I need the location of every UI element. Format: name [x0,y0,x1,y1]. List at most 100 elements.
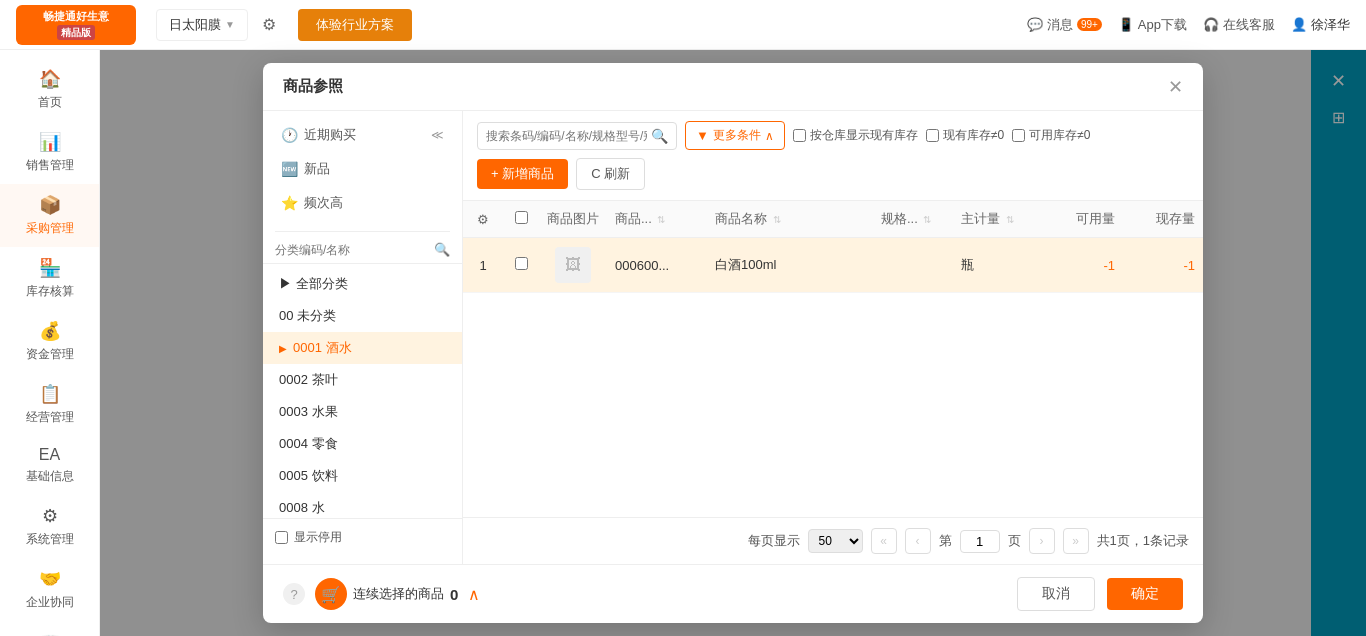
message-item[interactable]: 💬 消息 99+ [1027,16,1102,34]
checkbox-stock-ne0-label: 现有库存≠0 [943,127,1004,144]
app-label: App下载 [1138,16,1187,34]
trial-button[interactable]: 体验行业方案 [298,9,412,41]
th-check [503,201,539,238]
row-num: 1 [463,238,503,293]
store-name: 日太阳膜 [169,16,221,34]
cat-item-all[interactable]: ▶ 全部分类 [263,268,462,300]
modal-footer: ? 🛒 连续选择的商品 0 ∧ 取消 确定 [263,564,1203,623]
store-dropdown[interactable]: 日太阳膜 ▼ [156,9,248,41]
collab-icon: 🤝 [39,568,61,590]
sidebar-label-sales: 销售管理 [26,157,74,174]
sidebar-item-purchase[interactable]: 📦 采购管理 [0,184,99,247]
modal-close-button[interactable]: ✕ [1168,78,1183,96]
cat-label-liquor: 0001 酒水 [293,339,352,357]
cart-count: 0 [450,586,458,603]
new-icon: 🆕 [281,161,298,177]
checkbox-warehouse[interactable]: 按仓库显示现有库存 [793,127,918,144]
sidebar-label-purchase: 采购管理 [26,220,74,237]
select-all-checkbox[interactable] [515,211,528,224]
user-item[interactable]: 👤 徐泽华 [1291,16,1350,34]
table-header-row: ⚙ 商品图片 [463,201,1203,238]
th-code[interactable]: 商品... ⇅ [607,201,707,238]
pagination: 每页显示 50 10 20 100 « ‹ 第 页 [463,517,1203,564]
prev-page-button[interactable]: ‹ [905,528,931,554]
tab-recent[interactable]: 🕐 近期购买 ≪ [271,119,454,151]
cat-item-fruit[interactable]: 0003 水果 [263,396,462,428]
message-icon: 💬 [1027,17,1043,32]
cancel-button[interactable]: 取消 [1017,577,1095,611]
cat-item-snack[interactable]: 0004 零食 [263,428,462,460]
cat-item-drinks[interactable]: 0005 饮料 [263,460,462,492]
code-sort-icon: ⇅ [657,214,665,225]
th-name[interactable]: 商品名称 ⇅ [707,201,873,238]
sidebar-label-system: 系统管理 [26,531,74,548]
footer-collapse-button[interactable]: ∧ [468,585,480,604]
next-page-button[interactable]: › [1029,528,1055,554]
filter-icon: ▼ [696,128,709,143]
product-search-icon[interactable]: 🔍 [651,128,668,144]
sidebar-label-business: 经营管理 [26,409,74,426]
checkbox-avail-ne0-label: 可用库存≠0 [1029,127,1090,144]
avail-ne0-check[interactable] [1012,129,1025,142]
current-page-input[interactable] [960,530,1000,553]
settings-col-icon[interactable]: ⚙ [477,212,489,227]
tab-frequent[interactable]: ⭐ 频次高 [271,187,454,219]
sidebar-item-collab[interactable]: 🤝 企业协同 [0,558,99,621]
checkbox-avail-ne0[interactable]: 可用库存≠0 [1012,127,1090,144]
sidebar-item-finance[interactable]: 💰 资金管理 [0,310,99,373]
more-filter-button[interactable]: ▼ 更多条件 ∧ [685,121,785,150]
sidebar-item-system[interactable]: ⚙ 系统管理 [0,495,99,558]
product-table-wrapper: ⚙ 商品图片 [463,201,1203,517]
cat-item-unclassified[interactable]: 00 未分类 [263,300,462,332]
row-spec [873,238,953,293]
product-search-input[interactable] [486,129,647,143]
confirm-button[interactable]: 确定 [1107,578,1183,610]
checkbox-stock-ne0[interactable]: 现有库存≠0 [926,127,1004,144]
refresh-button[interactable]: C 刷新 [576,158,645,190]
row-checkbox[interactable] [515,257,528,270]
add-product-button[interactable]: + 新增商品 [477,159,568,189]
sidebar-item-sales[interactable]: 📊 销售管理 [0,121,99,184]
warehouse-check[interactable] [793,129,806,142]
show-disabled-label: 显示停用 [294,529,342,546]
cat-item-liquor[interactable]: ▶ 0001 酒水 [263,332,462,364]
show-disabled-checkbox[interactable]: 显示停用 [275,529,450,546]
frequent-icon: ⭐ [281,195,298,211]
th-avail: 可用量 [1033,201,1123,238]
table-row[interactable]: 1 🖼 [463,238,1203,293]
first-page-button[interactable]: « [871,528,897,554]
left-panel: 🕐 近期购买 ≪ 🆕 新品 ⭐ 频次高 [263,111,463,564]
product-search-box: 🔍 [477,122,677,150]
last-page-button[interactable]: » [1063,528,1089,554]
sidebar-item-guide[interactable]: 📖 新手引导 [0,621,99,636]
settings-icon[interactable]: ⚙ [256,9,282,40]
purchase-icon: 📦 [39,194,61,216]
sidebar-item-business[interactable]: 📋 经营管理 [0,373,99,436]
cat-item-water[interactable]: 0008 水 [263,492,462,518]
row-avail: -1 [1033,238,1123,293]
logo-line1: 畅捷通好生意 [43,9,109,23]
page-size-select[interactable]: 50 10 20 100 [808,529,863,553]
filter-collapse-icon: ∧ [765,129,774,143]
th-avail-label: 可用量 [1076,211,1115,226]
cat-label-tea: 0002 茶叶 [279,371,338,389]
cart-badge[interactable]: 🛒 连续选择的商品 0 [315,578,458,610]
sidebar-label-collab: 企业协同 [26,594,74,611]
page-word: 第 [939,532,952,550]
category-search-input[interactable] [275,243,430,257]
sidebar-item-home[interactable]: 🏠 首页 [0,58,99,121]
sidebar-item-inventory[interactable]: 🏪 库存核算 [0,247,99,310]
stock-ne0-check[interactable] [926,129,939,142]
category-search-icon[interactable]: 🔍 [434,242,450,257]
tab-new[interactable]: 🆕 新品 [271,153,454,185]
stock-value: -1 [1183,258,1195,273]
cat-item-tea[interactable]: 0002 茶叶 [263,364,462,396]
show-disabled-check[interactable] [275,531,288,544]
th-spec[interactable]: 规格... ⇅ [873,201,953,238]
help-button[interactable]: ? [283,583,305,605]
online-service-item[interactable]: 🎧 在线客服 [1203,16,1275,34]
th-unit[interactable]: 主计量 ⇅ [953,201,1033,238]
sidebar-item-base[interactable]: EA 基础信息 [0,436,99,495]
app-download-item[interactable]: 📱 App下载 [1118,16,1187,34]
right-panel: 🔍 ▼ 更多条件 ∧ 按仓库显示现有库存 [463,111,1203,564]
